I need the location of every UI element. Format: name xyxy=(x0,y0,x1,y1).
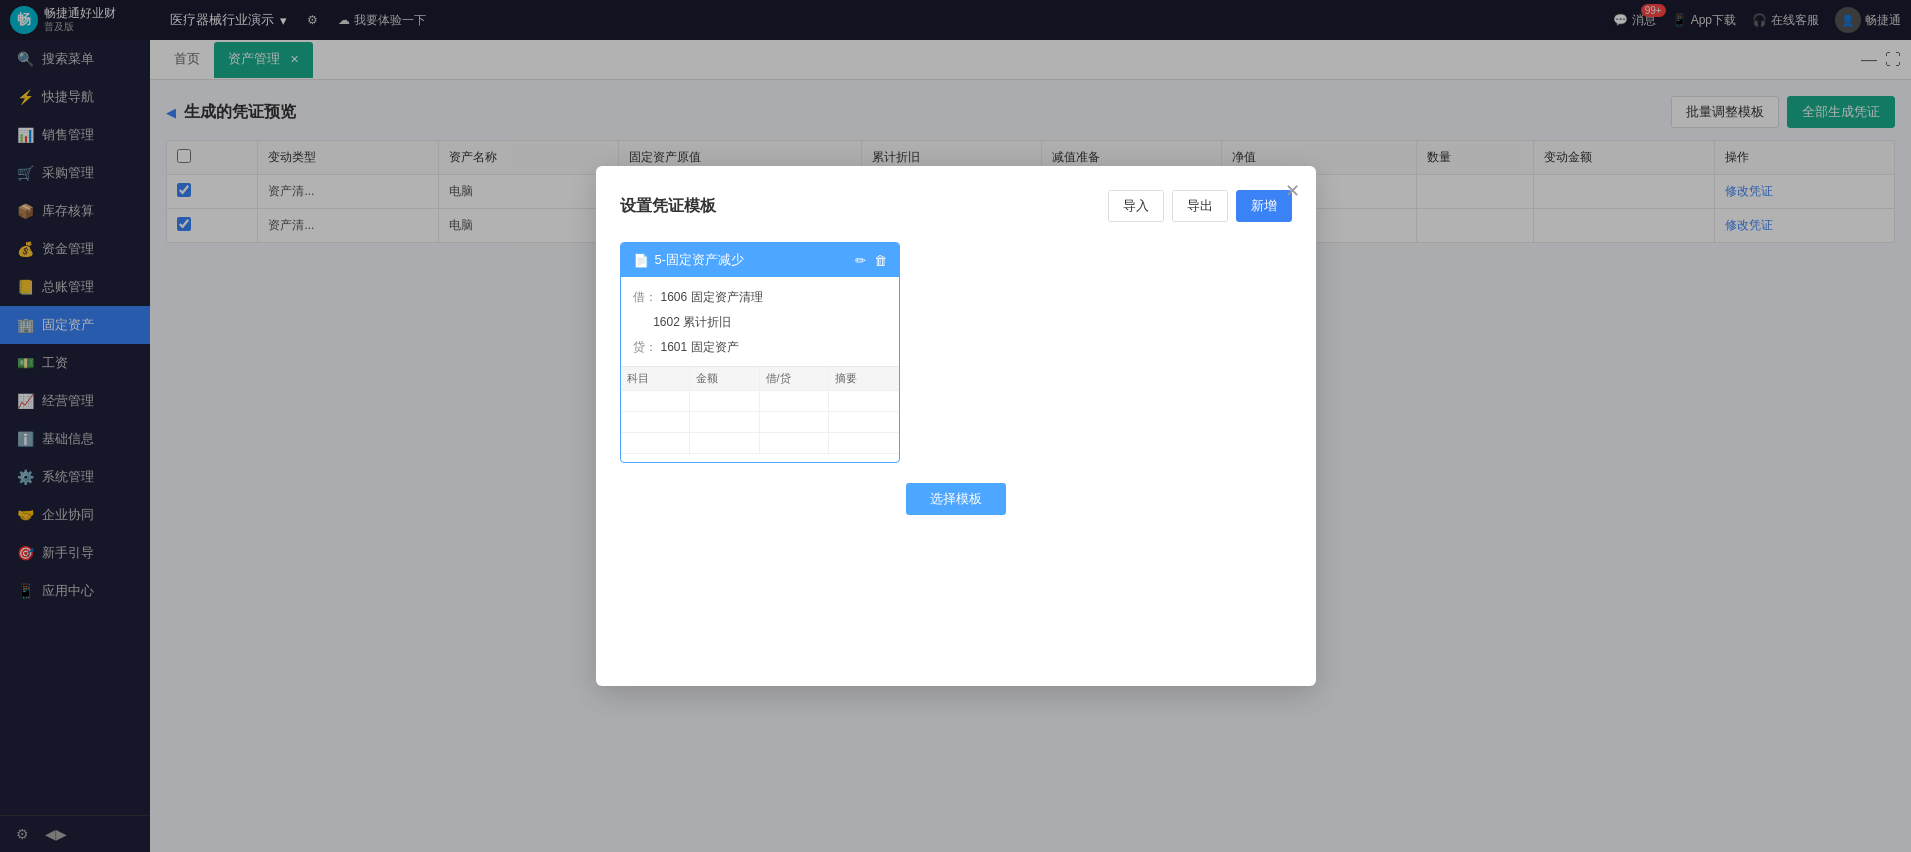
modal-header-actions: 导入 导出 新增 xyxy=(1108,190,1292,222)
template-card-body: 借： 1606 固定资产清理 1602 累计折旧 贷： 1601 固定资产 科目 xyxy=(621,277,899,462)
template-card-title: 5-固定资产减少 xyxy=(655,251,745,269)
debit-row-1: 借： 1606 固定资产清理 xyxy=(621,285,899,310)
template-delete-icon[interactable]: 🗑 xyxy=(874,253,887,268)
grid-data-row-3 xyxy=(621,433,899,454)
template-edit-icon[interactable]: ✏ xyxy=(855,253,866,268)
export-btn[interactable]: 导出 xyxy=(1172,190,1228,222)
template-icon: 📄 xyxy=(633,253,649,268)
modal-header: 设置凭证模板 导入 导出 新增 xyxy=(620,190,1292,222)
template-card-header: 📄 5-固定资产减少 ✏ 🗑 xyxy=(621,243,899,277)
credit-row-1: 贷： 1601 固定资产 xyxy=(621,335,899,360)
grid-data-row-1 xyxy=(621,391,899,412)
modal-overlay: 设置凭证模板 导入 导出 新增 ✕ 📄 5-固定资产减少 ✏ 🗑 xyxy=(0,0,1911,852)
template-header-actions: ✏ 🗑 xyxy=(855,253,887,268)
grid-col-summary: 摘要 xyxy=(829,367,899,390)
import-btn[interactable]: 导入 xyxy=(1108,190,1164,222)
modal-close-button[interactable]: ✕ xyxy=(1285,180,1300,202)
grid-header-row: 科目 金额 借/贷 摘要 xyxy=(621,367,899,391)
grid-col-amount: 金额 xyxy=(690,367,760,390)
template-card-1: 📄 5-固定资产减少 ✏ 🗑 借： 1606 固定资产清理 1602 累计 xyxy=(620,242,900,463)
select-template-area: 选择模板 xyxy=(620,483,1292,515)
new-template-btn[interactable]: 新增 xyxy=(1236,190,1292,222)
select-template-btn[interactable]: 选择模板 xyxy=(906,483,1006,515)
template-grid: 科目 金额 借/贷 摘要 xyxy=(621,366,899,454)
debit-row-2: 1602 累计折旧 xyxy=(621,310,899,335)
grid-col-debit-credit: 借/贷 xyxy=(760,367,830,390)
voucher-template-modal: 设置凭证模板 导入 导出 新增 ✕ 📄 5-固定资产减少 ✏ 🗑 xyxy=(596,166,1316,686)
grid-data-row-2 xyxy=(621,412,899,433)
grid-col-subject: 科目 xyxy=(621,367,691,390)
modal-title: 设置凭证模板 xyxy=(620,196,716,217)
template-list: 📄 5-固定资产减少 ✏ 🗑 借： 1606 固定资产清理 1602 累计 xyxy=(620,242,1292,463)
